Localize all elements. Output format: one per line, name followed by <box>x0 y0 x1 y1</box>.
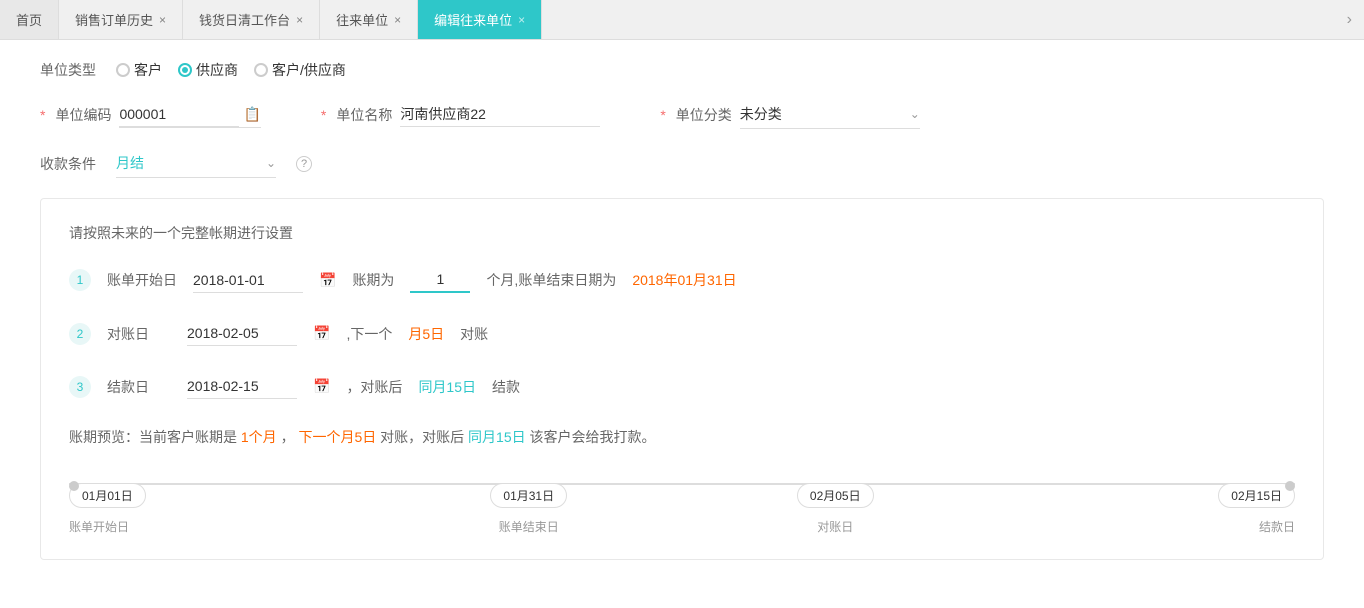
payment-terms-select[interactable]: 月结 ⌄ <box>116 149 276 178</box>
step-2-suffix: 对账 <box>460 324 488 344</box>
step-3-calendar-icon[interactable]: 📅 <box>313 378 330 395</box>
period-months-input[interactable] <box>410 267 470 293</box>
timeline-bubble-2: 01月31日 <box>490 483 567 508</box>
category-dropdown-arrow: ⌄ <box>910 107 920 121</box>
step-1-label: 账单开始日 <box>107 270 177 290</box>
card-title: 请按照未来的一个完整帐期进行设置 <box>69 223 1295 243</box>
step-1-end-date: 2018年01月31日 <box>632 270 736 290</box>
close-tab-cashier[interactable]: × <box>296 13 303 27</box>
unit-type-label: 单位类型 <box>40 60 96 80</box>
step-2-date-input[interactable] <box>187 321 297 346</box>
radio-circle-customer <box>116 63 130 77</box>
preview-part3: 同月15日 <box>468 429 526 445</box>
unit-code-field-wrapper: 📋 <box>119 102 260 128</box>
timeline-point-1: 01月01日 账单开始日 <box>69 467 376 535</box>
step-3-label: 结款日 <box>107 377 171 397</box>
timeline-points: 01月01日 账单开始日 01月31日 账单结束日 02月05日 对账日 <box>69 467 1295 535</box>
unit-name-label: 单位名称 <box>336 105 392 125</box>
radio-both[interactable]: 客户/供应商 <box>254 60 346 80</box>
step-1-date-input[interactable] <box>193 268 303 293</box>
required-cat: * <box>660 107 665 123</box>
tab-home[interactable]: 首页 <box>0 0 59 39</box>
copy-icon[interactable]: 📋 <box>243 106 260 123</box>
timeline-point-4: 02月15日 结款日 <box>989 467 1296 535</box>
step-3-num: 3 <box>69 376 91 398</box>
payment-dropdown-arrow: ⌄ <box>266 156 276 170</box>
required-code: * <box>40 107 45 123</box>
unit-type-radio-group: 客户 供应商 客户/供应商 <box>116 60 346 80</box>
close-tab-partners[interactable]: × <box>394 13 401 27</box>
preview-row: 账期预览：当前客户账期是 1个月 ， 下一个月5日 对账，对账后 同月15日 该… <box>69 427 1295 447</box>
step-2-label: 对账日 <box>107 324 171 344</box>
timeline: 01月01日 账单开始日 01月31日 账单结束日 02月05日 对账日 <box>69 467 1295 535</box>
unit-category-group: * 单位分类 未分类 ⌄ <box>660 100 919 129</box>
unit-info-row: * 单位编码 📋 * 单位名称 * 单位分类 未分类 ⌄ <box>40 100 1324 129</box>
step-2-highlight: 月5日 <box>408 324 444 344</box>
tab-cashier[interactable]: 钱货日清工作台 × <box>183 0 320 39</box>
timeline-point-2: 01月31日 账单结束日 <box>376 467 683 535</box>
step-3-row: 3 结款日 📅 ，对账后 同月15日 结款 <box>69 374 1295 399</box>
payment-terms-row: 收款条件 月结 ⌄ ? <box>40 149 1324 178</box>
preview-suffix: 该客户会给我打款。 <box>530 429 656 445</box>
unit-name-input[interactable] <box>400 102 600 127</box>
tab-sales-history[interactable]: 销售订单历史 × <box>59 0 183 39</box>
settings-card: 请按照未来的一个完整帐期进行设置 1 账单开始日 📅 账期为 个月,账单结束日期… <box>40 198 1324 560</box>
preview-part1: 1个月 <box>241 429 277 445</box>
payment-terms-label: 收款条件 <box>40 154 96 174</box>
timeline-sub-2: 账单结束日 <box>499 518 559 535</box>
radio-customer[interactable]: 客户 <box>116 60 162 80</box>
unit-category-label: 单位分类 <box>676 105 732 125</box>
preview-mid1: ， <box>281 429 295 445</box>
timeline-sub-1: 账单开始日 <box>69 518 129 535</box>
step-2-row: 2 对账日 📅 ,下一个 月5日 对账 <box>69 321 1295 346</box>
timeline-bubble-1: 01月01日 <box>69 483 146 508</box>
close-tab-sales[interactable]: × <box>159 13 166 27</box>
step-2-prefix: ,下一个 <box>346 324 392 344</box>
step-1-row: 1 账单开始日 📅 账期为 个月,账单结束日期为 2018年01月31日 <box>69 267 1295 293</box>
tab-partners[interactable]: 往来单位 × <box>320 0 418 39</box>
tab-expand-button[interactable]: › <box>1335 0 1364 39</box>
preview-prefix: 账期预览：当前客户账期是 <box>69 429 237 445</box>
radio-circle-both <box>254 63 268 77</box>
step-1-calendar-icon[interactable]: 📅 <box>319 272 336 289</box>
preview-mid2: 对账，对账后 <box>380 429 464 445</box>
unit-code-group: * 单位编码 📋 <box>40 102 261 128</box>
radio-circle-supplier <box>178 63 192 77</box>
unit-code-label: 单位编码 <box>55 105 111 125</box>
help-icon[interactable]: ? <box>296 156 312 172</box>
step-1-period-unit: 个月,账单结束日期为 <box>486 270 616 290</box>
unit-name-group: * 单位名称 <box>321 102 600 127</box>
unit-category-value: 未分类 <box>740 104 906 124</box>
timeline-point-3: 02月05日 对账日 <box>682 467 989 535</box>
required-name: * <box>321 107 326 123</box>
unit-code-input[interactable] <box>119 102 239 127</box>
step-3-date-input[interactable] <box>187 374 297 399</box>
timeline-sub-3: 对账日 <box>817 518 853 535</box>
main-content: 单位类型 客户 供应商 客户/供应商 * 单位编码 📋 <box>0 40 1364 608</box>
timeline-bubble-3: 02月05日 <box>797 483 874 508</box>
timeline-bubble-4: 02月15日 <box>1218 483 1295 508</box>
close-tab-edit[interactable]: × <box>518 13 525 27</box>
tab-edit-partner[interactable]: 编辑往来单位 × <box>418 0 542 39</box>
tab-bar: 首页 销售订单历史 × 钱货日清工作台 × 往来单位 × 编辑往来单位 × › <box>0 0 1364 40</box>
step-1-mid-text: 账期为 <box>352 270 394 290</box>
step-3-highlight: 同月15日 <box>418 377 476 397</box>
step-2-num: 2 <box>69 323 91 345</box>
unit-category-select[interactable]: 未分类 ⌄ <box>740 100 920 129</box>
step-2-calendar-icon[interactable]: 📅 <box>313 325 330 342</box>
step-3-suffix: 结款 <box>492 377 520 397</box>
payment-terms-value: 月结 <box>116 153 262 173</box>
step-1-num: 1 <box>69 269 91 291</box>
unit-type-row: 单位类型 客户 供应商 客户/供应商 <box>40 60 1324 80</box>
radio-supplier[interactable]: 供应商 <box>178 60 238 80</box>
step-3-prefix: ，对账后 <box>346 377 402 397</box>
timeline-sub-4: 结款日 <box>1259 518 1295 535</box>
preview-part2: 下一个月5日 <box>298 429 376 445</box>
